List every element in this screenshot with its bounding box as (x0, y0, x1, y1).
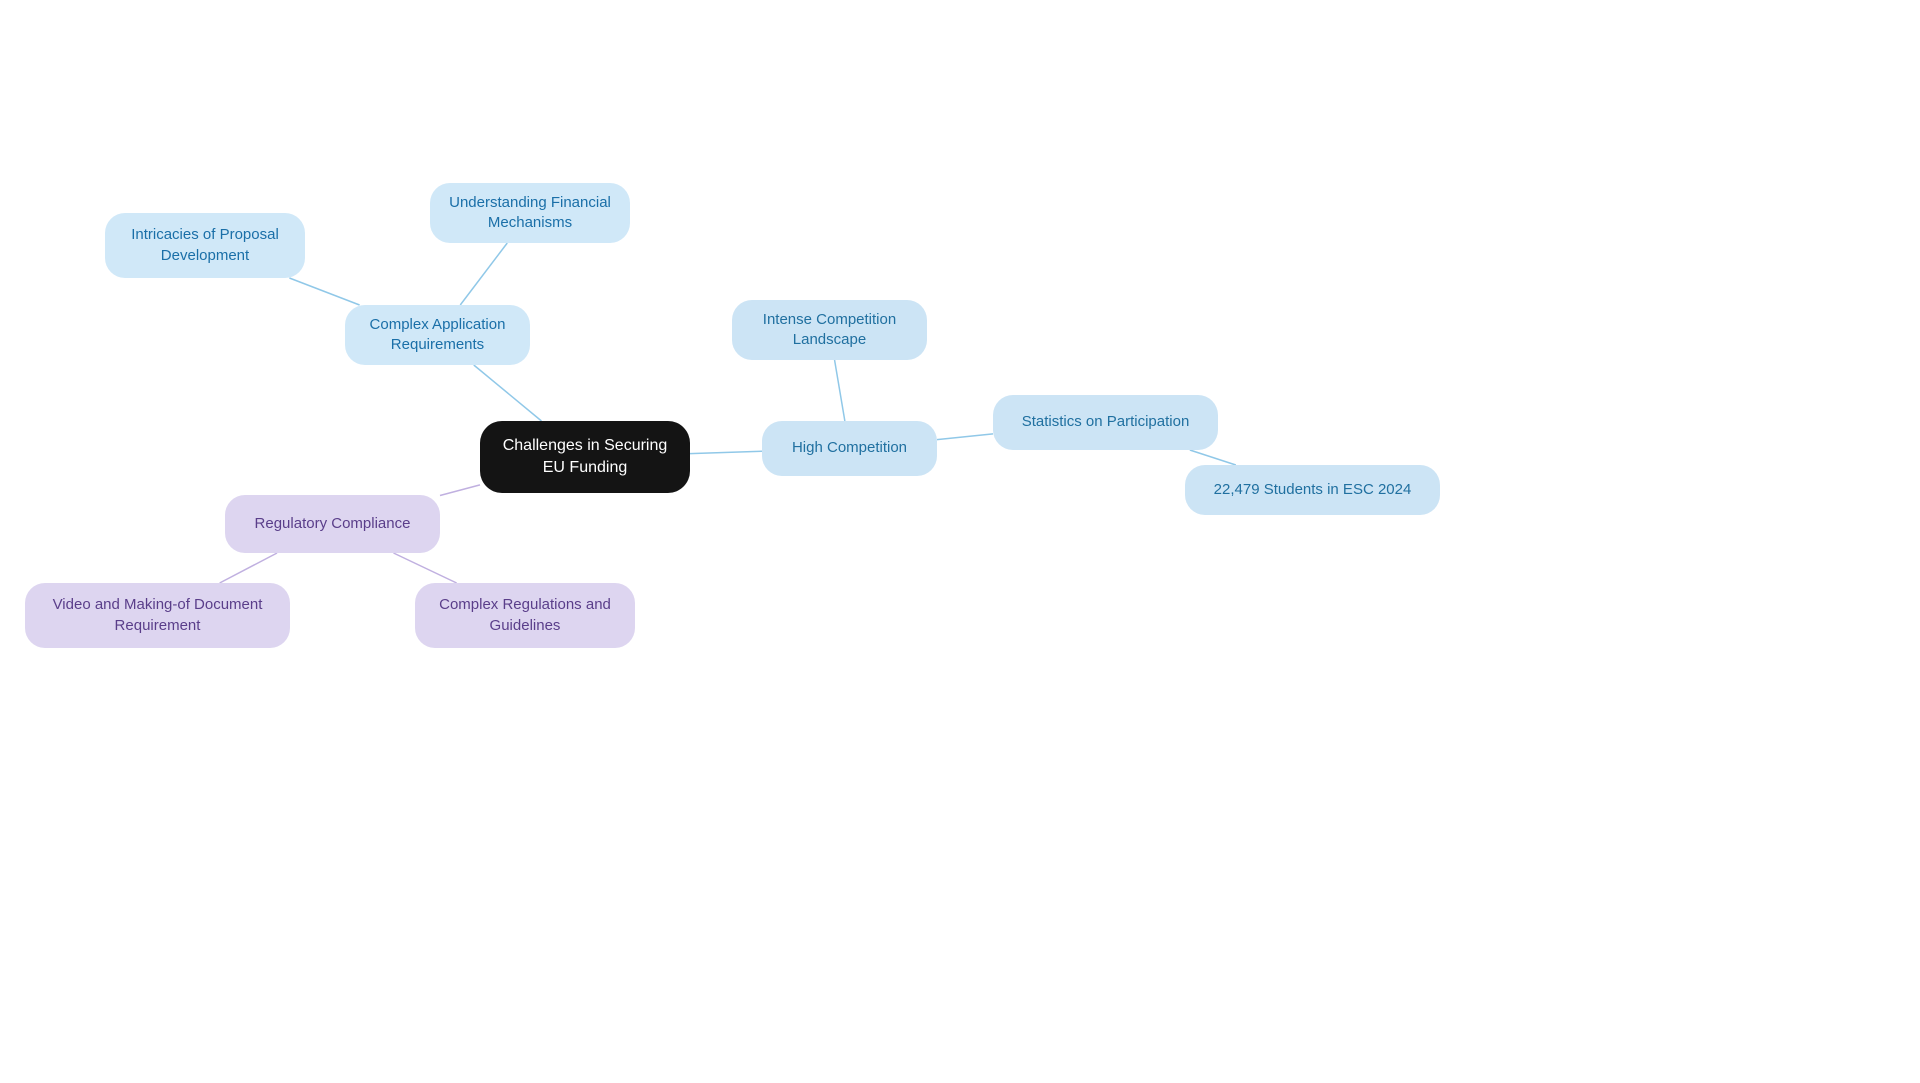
complex-reg-node: Complex Regulations andGuidelines (415, 583, 635, 648)
regulatory-node: Regulatory Compliance (225, 495, 440, 553)
video-doc-node: Video and Making-of DocumentRequirement (25, 583, 290, 648)
center-label: Challenges in Securing EU Funding (498, 435, 672, 478)
high-competition-node: High Competition (762, 421, 937, 476)
high-competition-label: High Competition (792, 438, 907, 458)
complex-app-node: Complex ApplicationRequirements (345, 305, 530, 365)
intense-competition-node: Intense CompetitionLandscape (732, 300, 927, 360)
video-doc-label: Video and Making-of DocumentRequirement (53, 595, 263, 636)
financial-node: Understanding FinancialMechanisms (430, 183, 630, 243)
statistics-label: Statistics on Participation (1022, 412, 1190, 432)
complex-app-label: Complex ApplicationRequirements (370, 315, 506, 356)
financial-label: Understanding FinancialMechanisms (449, 193, 611, 234)
regulatory-label: Regulatory Compliance (255, 514, 411, 534)
center-node: Challenges in Securing EU Funding (480, 421, 690, 493)
statistics-node: Statistics on Participation (993, 395, 1218, 450)
complex-reg-label: Complex Regulations andGuidelines (439, 595, 611, 636)
students-label: 22,479 Students in ESC 2024 (1214, 480, 1412, 500)
intricacies-node: Intricacies of ProposalDevelopment (105, 213, 305, 278)
students-node: 22,479 Students in ESC 2024 (1185, 465, 1440, 515)
intricacies-label: Intricacies of ProposalDevelopment (131, 225, 279, 266)
intense-competition-label: Intense CompetitionLandscape (763, 310, 896, 351)
